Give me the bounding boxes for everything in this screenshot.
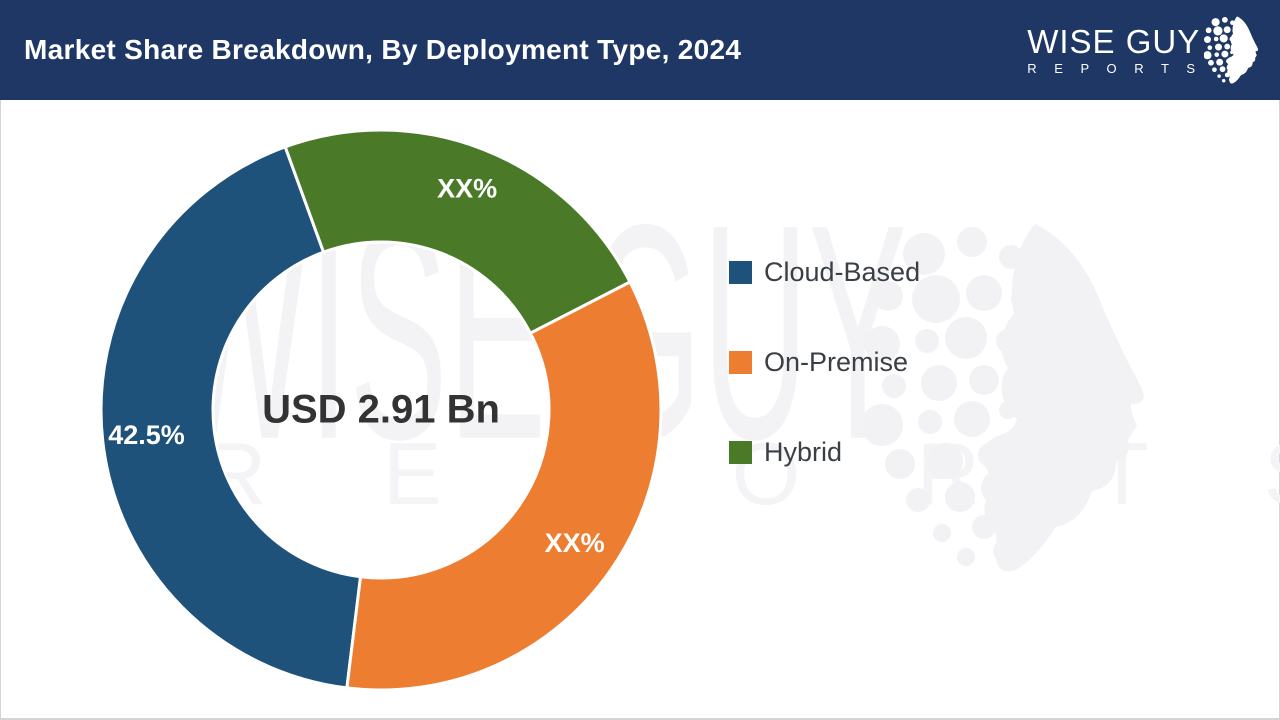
slice-label-on-premise: XX% xyxy=(545,528,605,558)
chart-area: WISE GUY R E P O R T S 42.5% XX% XX% USD 2… xyxy=(0,100,1280,720)
legend-item-on-premise: On-Premise xyxy=(729,346,920,378)
legend-swatch-hybrid xyxy=(729,440,752,464)
legend-item-hybrid: Hybrid xyxy=(729,436,920,468)
header-bar: Market Share Breakdown, By Deployment Ty… xyxy=(0,0,1280,100)
slice-hybrid xyxy=(283,128,633,336)
wiseguy-head-icon xyxy=(1204,12,1262,88)
legend-label: On-Premise xyxy=(764,346,909,377)
wiseguy-logo: WISE GUY R E P O R T S xyxy=(1027,12,1262,88)
legend-label: Hybrid xyxy=(764,436,843,467)
legend: Cloud-Based On-Premise Hybrid xyxy=(729,256,920,468)
slice-label-hybrid: XX% xyxy=(437,173,497,203)
logo-text: WISE GUY R E P O R T S xyxy=(1027,25,1202,75)
legend-item-cloud-based: Cloud-Based xyxy=(729,256,920,288)
report-infographic: Market Share Breakdown, By Deployment Ty… xyxy=(0,0,1280,720)
slice-label-cloud-based: 42.5% xyxy=(108,420,185,450)
legend-swatch-on-premise xyxy=(729,350,752,374)
logo-wordmark: WISE GUY xyxy=(1027,23,1201,60)
page-title: Market Share Breakdown, By Deployment Ty… xyxy=(24,34,742,65)
center-value-label: USD 2.91 Bn xyxy=(262,387,500,432)
legend-label: Cloud-Based xyxy=(764,256,921,287)
logo-subtitle: R E P O R T S xyxy=(1027,61,1202,76)
legend-swatch-cloud-based xyxy=(729,260,752,284)
slice-on-premise xyxy=(345,279,663,692)
